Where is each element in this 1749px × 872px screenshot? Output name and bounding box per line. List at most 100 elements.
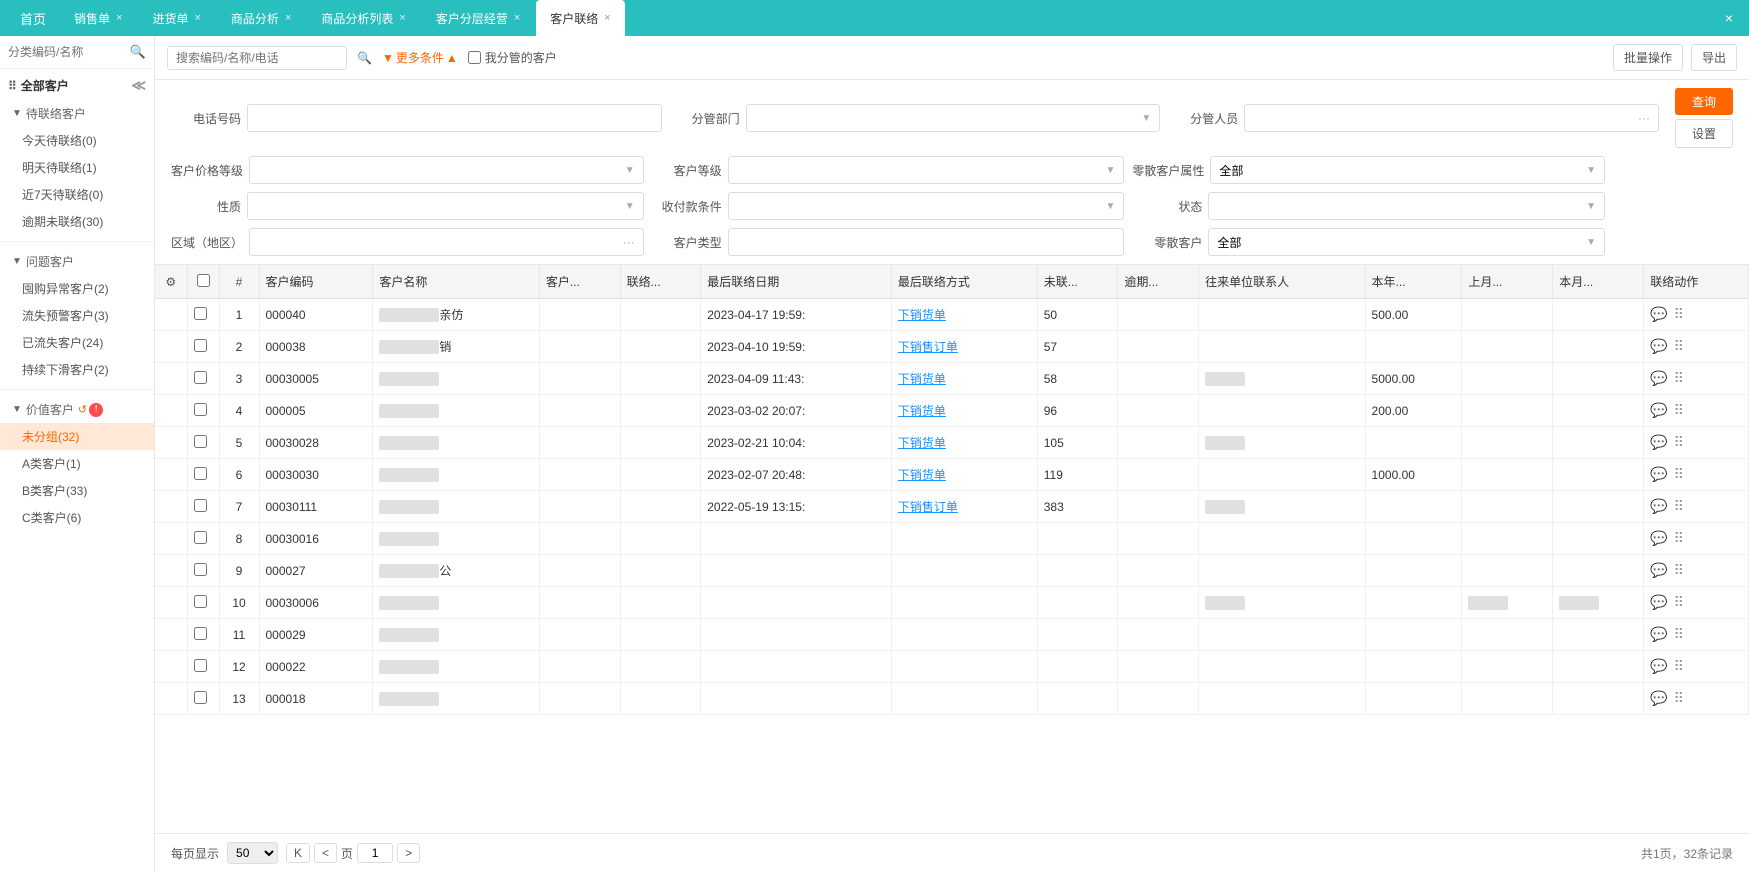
- row-checkbox[interactable]: [194, 339, 207, 352]
- customer-level-select[interactable]: ▼: [728, 156, 1125, 184]
- row-checkbox[interactable]: [194, 435, 207, 448]
- nature-select[interactable]: ▼: [247, 192, 644, 220]
- close-product-analysis-list-icon[interactable]: ×: [399, 12, 405, 24]
- th-contact[interactable]: 联络...: [620, 265, 701, 299]
- close-product-analysis-icon[interactable]: ×: [285, 12, 291, 24]
- region-select[interactable]: ···: [249, 228, 644, 256]
- td-checkbox[interactable]: [187, 299, 219, 331]
- th-this-month[interactable]: 本月...: [1553, 265, 1644, 299]
- close-all-tabs-button[interactable]: ×: [1717, 10, 1741, 26]
- close-customer-contact-icon[interactable]: ×: [604, 12, 610, 24]
- sidebar-item-class-c[interactable]: C类客户(6): [0, 504, 154, 531]
- chat-icon[interactable]: 💬: [1650, 658, 1667, 675]
- td-last-contact-way[interactable]: 下销货单: [891, 363, 1037, 395]
- td-last-contact-way[interactable]: [891, 651, 1037, 683]
- td-last-contact-way[interactable]: 下销货单: [891, 427, 1037, 459]
- grid-action-icon[interactable]: ⠿: [1674, 402, 1684, 419]
- grid-action-icon[interactable]: ⠿: [1674, 530, 1684, 547]
- export-button[interactable]: 导出: [1691, 44, 1737, 71]
- query-button[interactable]: 查询: [1675, 88, 1733, 115]
- sidebar-all-customers[interactable]: ⠿ 全部客户 ≪: [0, 69, 154, 98]
- price-level-select[interactable]: ▼: [249, 156, 644, 184]
- sidebar-item-churned[interactable]: 已流失客户(24): [0, 329, 154, 356]
- td-last-contact-way[interactable]: 下销货单: [891, 459, 1037, 491]
- value-group-title[interactable]: ▼ 价值客户 ↺ !: [0, 396, 154, 423]
- tab-customer-contact[interactable]: 客户联络 ×: [536, 0, 624, 36]
- chat-icon[interactable]: 💬: [1650, 530, 1667, 547]
- td-checkbox[interactable]: [187, 683, 219, 715]
- chat-icon[interactable]: 💬: [1650, 498, 1667, 515]
- row-checkbox[interactable]: [194, 659, 207, 672]
- chat-icon[interactable]: 💬: [1650, 402, 1667, 419]
- sidebar-item-overdue-pending[interactable]: 逾期未联络(30): [0, 208, 154, 235]
- my-customers-checkbox[interactable]: [468, 51, 481, 64]
- chat-icon[interactable]: 💬: [1650, 562, 1667, 579]
- tab-product-analysis-list[interactable]: 商品分析列表 ×: [307, 0, 419, 36]
- row-checkbox[interactable]: [194, 371, 207, 384]
- td-checkbox[interactable]: [187, 587, 219, 619]
- td-checkbox[interactable]: [187, 619, 219, 651]
- td-last-contact-way[interactable]: 下销售订单: [891, 331, 1037, 363]
- sidebar-collapse-icon[interactable]: ≪: [131, 77, 146, 94]
- row-checkbox[interactable]: [194, 307, 207, 320]
- retail-customer-select[interactable]: 全部▼: [1208, 228, 1605, 256]
- row-checkbox[interactable]: [194, 627, 207, 640]
- row-checkbox[interactable]: [194, 499, 207, 512]
- dept-select[interactable]: ▼: [746, 104, 1161, 132]
- td-last-contact-way[interactable]: [891, 619, 1037, 651]
- tab-customer-tier[interactable]: 客户分层经营 ×: [422, 0, 534, 36]
- grid-action-icon[interactable]: ⠿: [1674, 466, 1684, 483]
- row-checkbox[interactable]: [194, 563, 207, 576]
- td-last-contact-way[interactable]: [891, 587, 1037, 619]
- filter-search-icon[interactable]: 🔍: [357, 51, 372, 65]
- td-last-contact-way[interactable]: [891, 683, 1037, 715]
- value-refresh-icon[interactable]: ↺: [78, 403, 87, 416]
- last-contact-way-link[interactable]: 下销售订单: [898, 340, 958, 354]
- row-checkbox[interactable]: [194, 691, 207, 704]
- reset-button[interactable]: 设置: [1675, 119, 1733, 148]
- tab-home[interactable]: 首页: [8, 9, 58, 28]
- sidebar-item-class-b[interactable]: B类客户(33): [0, 477, 154, 504]
- page-input[interactable]: [357, 843, 393, 863]
- sidebar-item-tomorrow-pending[interactable]: 明天待联络(1): [0, 154, 154, 181]
- td-checkbox[interactable]: [187, 491, 219, 523]
- chat-icon[interactable]: 💬: [1650, 594, 1667, 611]
- last-contact-way-link[interactable]: 下销货单: [898, 468, 946, 482]
- problem-group-title[interactable]: ▼ 问题客户: [0, 248, 154, 275]
- close-purchase-icon[interactable]: ×: [194, 12, 200, 24]
- sidebar-item-class-a[interactable]: A类客户(1): [0, 450, 154, 477]
- td-checkbox[interactable]: [187, 331, 219, 363]
- th-action[interactable]: 联络动作: [1644, 265, 1749, 299]
- chat-icon[interactable]: 💬: [1650, 690, 1667, 707]
- td-checkbox[interactable]: [187, 427, 219, 459]
- tab-purchase[interactable]: 进货单 ×: [138, 0, 214, 36]
- retail-attr-select[interactable]: 全部▼: [1210, 156, 1605, 184]
- th-overdue[interactable]: 逾期...: [1118, 265, 1199, 299]
- grid-action-icon[interactable]: ⠿: [1674, 562, 1684, 579]
- tab-sales[interactable]: 销售单 ×: [60, 0, 136, 36]
- td-last-contact-way[interactable]: 下销售订单: [891, 491, 1037, 523]
- td-last-contact-way[interactable]: 下销货单: [891, 395, 1037, 427]
- next-page-button[interactable]: >: [397, 843, 420, 863]
- td-last-contact-way[interactable]: [891, 523, 1037, 555]
- close-sales-icon[interactable]: ×: [116, 12, 122, 24]
- first-page-button[interactable]: K: [286, 843, 310, 863]
- pending-group-title[interactable]: ▼ 待联络客户: [0, 100, 154, 127]
- chat-icon[interactable]: 💬: [1650, 626, 1667, 643]
- th-last-contact-date[interactable]: 最后联络日期: [701, 265, 892, 299]
- sidebar-item-unclassified[interactable]: 未分组(32): [0, 423, 154, 450]
- chat-icon[interactable]: 💬: [1650, 434, 1667, 451]
- row-checkbox[interactable]: [194, 595, 207, 608]
- sidebar-search-input[interactable]: [8, 45, 126, 59]
- sidebar-item-churn-warning[interactable]: 流失预警客户(3): [0, 302, 154, 329]
- th-not-contact[interactable]: 未联...: [1037, 265, 1118, 299]
- manager-select[interactable]: ···: [1244, 104, 1659, 132]
- th-settings[interactable]: ⚙: [155, 265, 187, 299]
- grid-action-icon[interactable]: ⠿: [1674, 338, 1684, 355]
- row-checkbox[interactable]: [194, 403, 207, 416]
- td-checkbox[interactable]: [187, 523, 219, 555]
- grid-action-icon[interactable]: ⠿: [1674, 498, 1684, 515]
- my-customers-checkbox-label[interactable]: 我分管的客户: [468, 49, 557, 66]
- chat-icon[interactable]: 💬: [1650, 338, 1667, 355]
- td-last-contact-way[interactable]: [891, 555, 1037, 587]
